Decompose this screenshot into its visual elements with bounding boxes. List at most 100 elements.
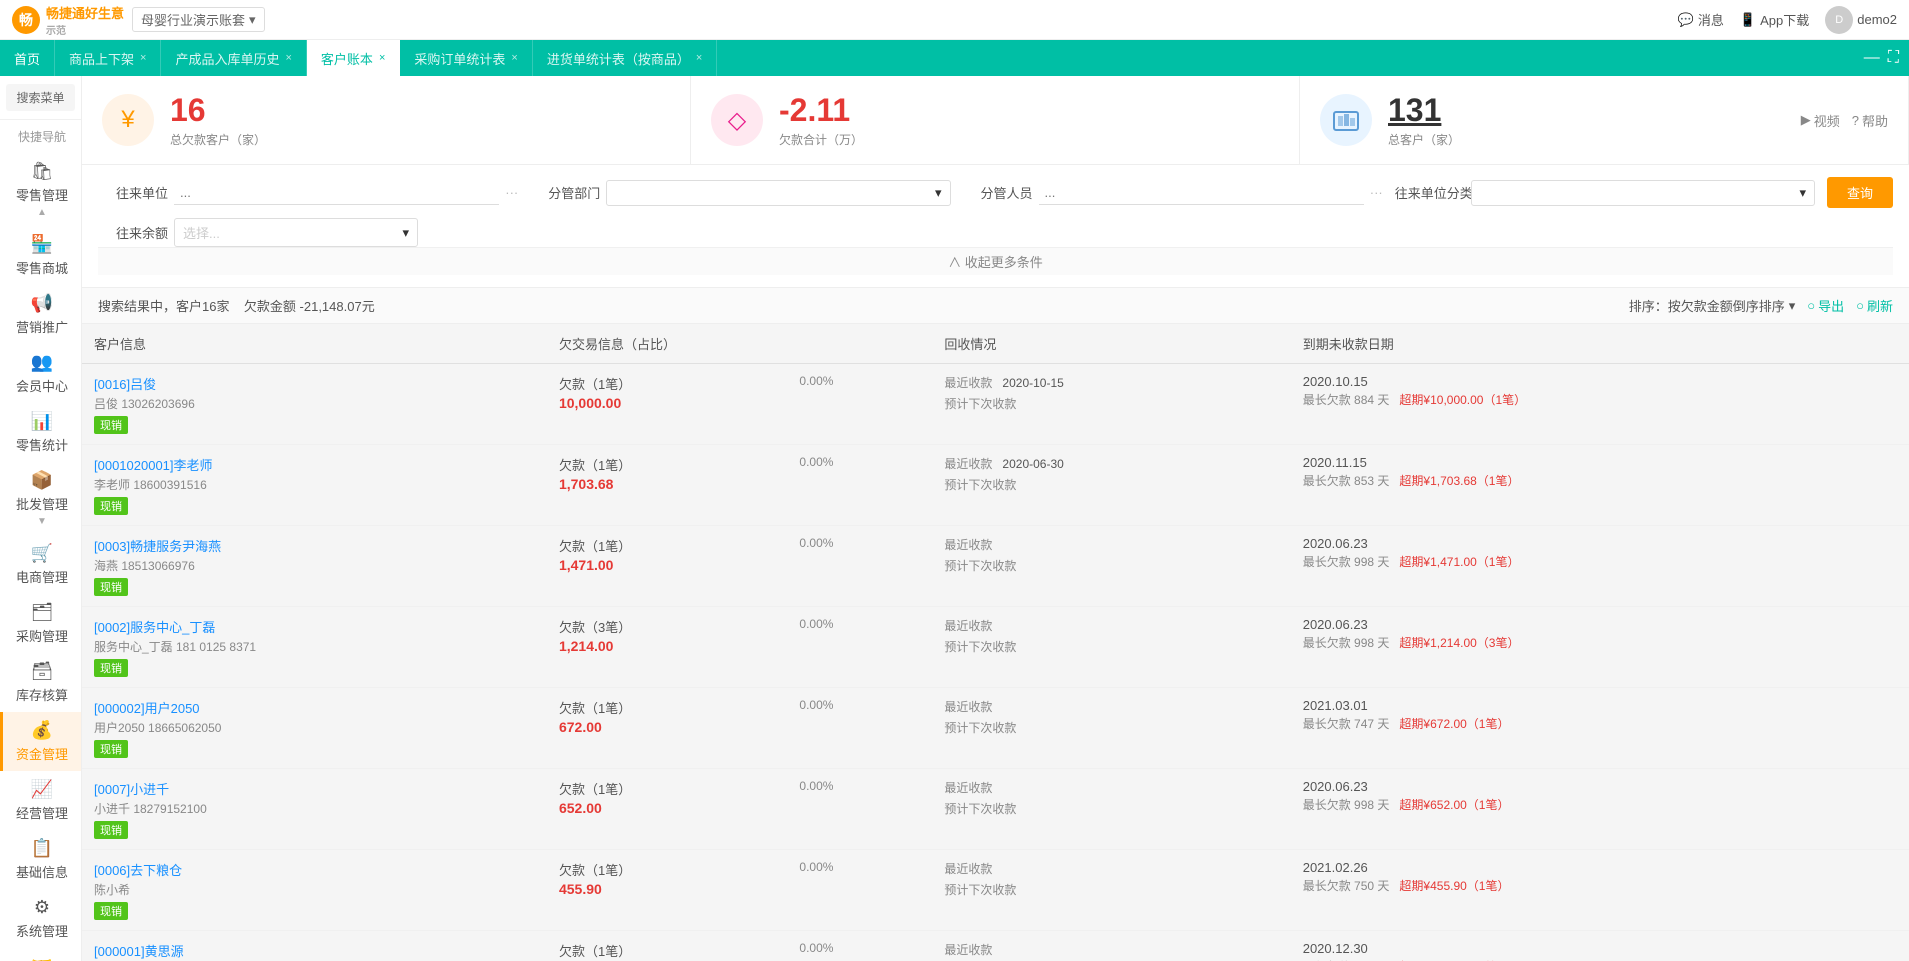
overdue-link[interactable]: 超期¥1,471.00（1笔）	[1399, 555, 1519, 569]
dept-select[interactable]: ▾	[606, 180, 950, 206]
customer-tag: 现销	[94, 416, 128, 434]
operation-icon: 📈	[31, 779, 53, 800]
close-icon[interactable]: ×	[696, 52, 702, 64]
sidebar-item-purchase[interactable]: 🗂 采购管理	[0, 594, 81, 653]
debt-pct: 0.00%	[799, 536, 920, 550]
sidebar-item-ecom[interactable]: 🛒 电商管理	[0, 535, 81, 594]
overdue-link[interactable]: 超期¥10,000.00（1笔）	[1399, 393, 1526, 407]
export-btn[interactable]: ○ 导出	[1807, 296, 1844, 315]
minimize-icon[interactable]: —	[1864, 49, 1880, 67]
debt-total-icon: ◇	[711, 94, 763, 146]
customer-name[interactable]: [000002]用户2050	[94, 698, 535, 717]
chevron-down-icon: ▾	[1799, 185, 1806, 201]
sidebar-item-capital[interactable]: 💰 资金管理	[0, 712, 81, 771]
person-input[interactable]	[1039, 181, 1364, 205]
user-menu-btn[interactable]: D demo2	[1825, 6, 1897, 34]
close-icon[interactable]: ×	[285, 52, 291, 64]
customer-table: 客户信息 欠交易信息（占比） 回收情况 到期未收款日期 [0016]吕俊 吕俊 …	[82, 324, 1909, 961]
balance-select[interactable]: 选择... ▾	[174, 218, 418, 247]
overdue-date: 2020.12.30	[1303, 941, 1897, 956]
overdue-link[interactable]: 超期¥652.00（1笔）	[1399, 798, 1509, 812]
debt-pct-cell: 0.00%	[787, 364, 932, 445]
overdue-days: 最长欠款 747 天 超期¥672.00（1笔）	[1303, 715, 1897, 732]
customer-name[interactable]: [0007]小进千	[94, 779, 535, 798]
debt-amount[interactable]: 1,703.68	[559, 476, 775, 492]
tab-product-off[interactable]: 商品上下架 ×	[55, 40, 161, 76]
sidebar-item-inventory[interactable]: 🗃 库存核算	[0, 653, 81, 712]
sort-btn[interactable]: 排序：按欠款金额倒序排序 ▾	[1629, 296, 1796, 315]
debt-amount[interactable]: 455.90	[559, 881, 775, 897]
purchase-icon: 🗂	[31, 602, 54, 623]
tab-purchase-order[interactable]: 采购订单统计表 ×	[400, 40, 532, 76]
message-btn[interactable]: 💬 消息	[1678, 10, 1724, 29]
debt-amount[interactable]: 10,000.00	[559, 395, 775, 411]
collapse-bar[interactable]: ∧ 收起更多条件	[98, 247, 1893, 275]
store-selector[interactable]: 母婴行业演示账套 ▾	[132, 7, 265, 32]
video-btn[interactable]: ▶ 视频	[1801, 111, 1840, 130]
table-row: [000002]用户2050 用户2050 18665062050 现销 欠款（…	[82, 688, 1909, 769]
overdue-link[interactable]: 超期¥455.90（1笔）	[1399, 879, 1509, 893]
customer-name[interactable]: [0002]服务中心_丁磊	[94, 617, 535, 636]
sidebar-item-system[interactable]: ⚙ 系统管理	[0, 889, 81, 948]
close-icon[interactable]: ×	[511, 52, 517, 64]
debt-info-cell: 欠款（1笔） 672.00	[547, 688, 787, 769]
from-unit-dots[interactable]: ···	[505, 185, 518, 200]
help-icon: ?	[1852, 113, 1859, 128]
debt-count: 欠款（3笔）	[559, 617, 775, 636]
overdue-days: 最长欠款 750 天 超期¥455.90（1笔）	[1303, 877, 1897, 894]
app-download-btn[interactable]: 📱 App下载	[1740, 10, 1809, 29]
overdue-link[interactable]: 超期¥1,703.68（1笔）	[1399, 474, 1519, 488]
sidebar-item-retail-mall[interactable]: 🏪 零售商城	[0, 226, 81, 285]
debt-amount[interactable]: 1,214.00	[559, 638, 775, 654]
sidebar-item-retail-stat[interactable]: 📊 零售统计	[0, 403, 81, 462]
sidebar-item-operation[interactable]: 📈 经营管理	[0, 771, 81, 830]
overdue-days: 最长欠款 998 天 超期¥1,214.00（3笔）	[1303, 634, 1897, 651]
customer-name[interactable]: [0003]畅捷服务尹海燕	[94, 536, 535, 555]
debt-pct: 0.00%	[799, 374, 920, 388]
person-label: 分管人员	[963, 183, 1033, 202]
tab-home[interactable]: 首页	[0, 40, 55, 76]
next-collect: 预计下次收款	[944, 557, 1278, 574]
top-bar-left: 畅 畅捷通好生意 示范 母婴行业演示账套 ▾	[12, 3, 265, 37]
debt-count: 欠款（1笔）	[559, 779, 775, 798]
collect-cell: 最近收款 预计下次收款	[932, 931, 1290, 961]
overdue-date: 2020.06.23	[1303, 779, 1897, 794]
customer-info-cell: [0001020001]李老师 李老师 18600391516 现销	[82, 445, 547, 526]
customer-name[interactable]: [0006]去下粮仓	[94, 860, 535, 879]
sidebar-item-corp-coop[interactable]: 🤝 企业协同	[0, 948, 81, 961]
help-btn[interactable]: ? 帮助	[1852, 111, 1888, 130]
tab-customer-account[interactable]: 客户账本 ×	[307, 40, 400, 76]
overdue-link[interactable]: 超期¥1,214.00（3笔）	[1399, 636, 1519, 650]
query-button[interactable]: 查询	[1827, 177, 1893, 208]
close-icon[interactable]: ×	[140, 52, 146, 64]
customer-phone: 李老师 18600391516	[94, 476, 535, 493]
customer-name[interactable]: [0016]吕俊	[94, 374, 535, 393]
sidebar-item-quick-nav: 快捷导航	[0, 120, 81, 153]
quick-nav-label: 快捷导航	[18, 128, 66, 145]
maximize-icon[interactable]: ⛶	[1888, 49, 1899, 67]
debt-count: 欠款（1笔）	[559, 698, 775, 717]
customer-info-cell: [0006]去下粮仓 陈小希 现销	[82, 850, 547, 931]
sidebar-search-btn[interactable]: 搜索菜单	[6, 84, 75, 111]
unit-class-select[interactable]: ▾	[1471, 180, 1815, 206]
sidebar-item-member[interactable]: 👥 会员中心	[0, 344, 81, 403]
tab-product-history[interactable]: 产成品入库单历史 ×	[161, 40, 306, 76]
debt-amount[interactable]: 1,471.00	[559, 557, 775, 573]
close-icon[interactable]: ×	[379, 52, 385, 64]
tab-purchase-stat[interactable]: 进货单统计表（按商品） ×	[533, 40, 717, 76]
sidebar-item-batch-manage[interactable]: 📦 批发管理 ▼	[0, 462, 81, 535]
overdue-link[interactable]: 超期¥672.00（1笔）	[1399, 717, 1509, 731]
from-unit-input[interactable]	[174, 181, 499, 205]
logo-icon: 畅	[12, 6, 40, 34]
logo-area: 畅 畅捷通好生意 示范	[12, 3, 124, 37]
customer-name[interactable]: [000001]黄思源	[94, 941, 535, 960]
sidebar-item-marketing[interactable]: 📢 营销推广	[0, 285, 81, 344]
debt-amount[interactable]: 672.00	[559, 719, 775, 735]
customer-name[interactable]: [0001020001]李老师	[94, 455, 535, 474]
sidebar-item-basic[interactable]: 📋 基础信息	[0, 830, 81, 889]
table-scroll[interactable]: 客户信息 欠交易信息（占比） 回收情况 到期未收款日期 [0016]吕俊 吕俊 …	[82, 324, 1909, 961]
debt-amount[interactable]: 652.00	[559, 800, 775, 816]
sidebar-item-retail-manage[interactable]: 🛍 零售管理 ▲	[0, 153, 81, 226]
person-dots[interactable]: ···	[1370, 185, 1383, 200]
refresh-btn[interactable]: ○ 刷新	[1856, 296, 1893, 315]
